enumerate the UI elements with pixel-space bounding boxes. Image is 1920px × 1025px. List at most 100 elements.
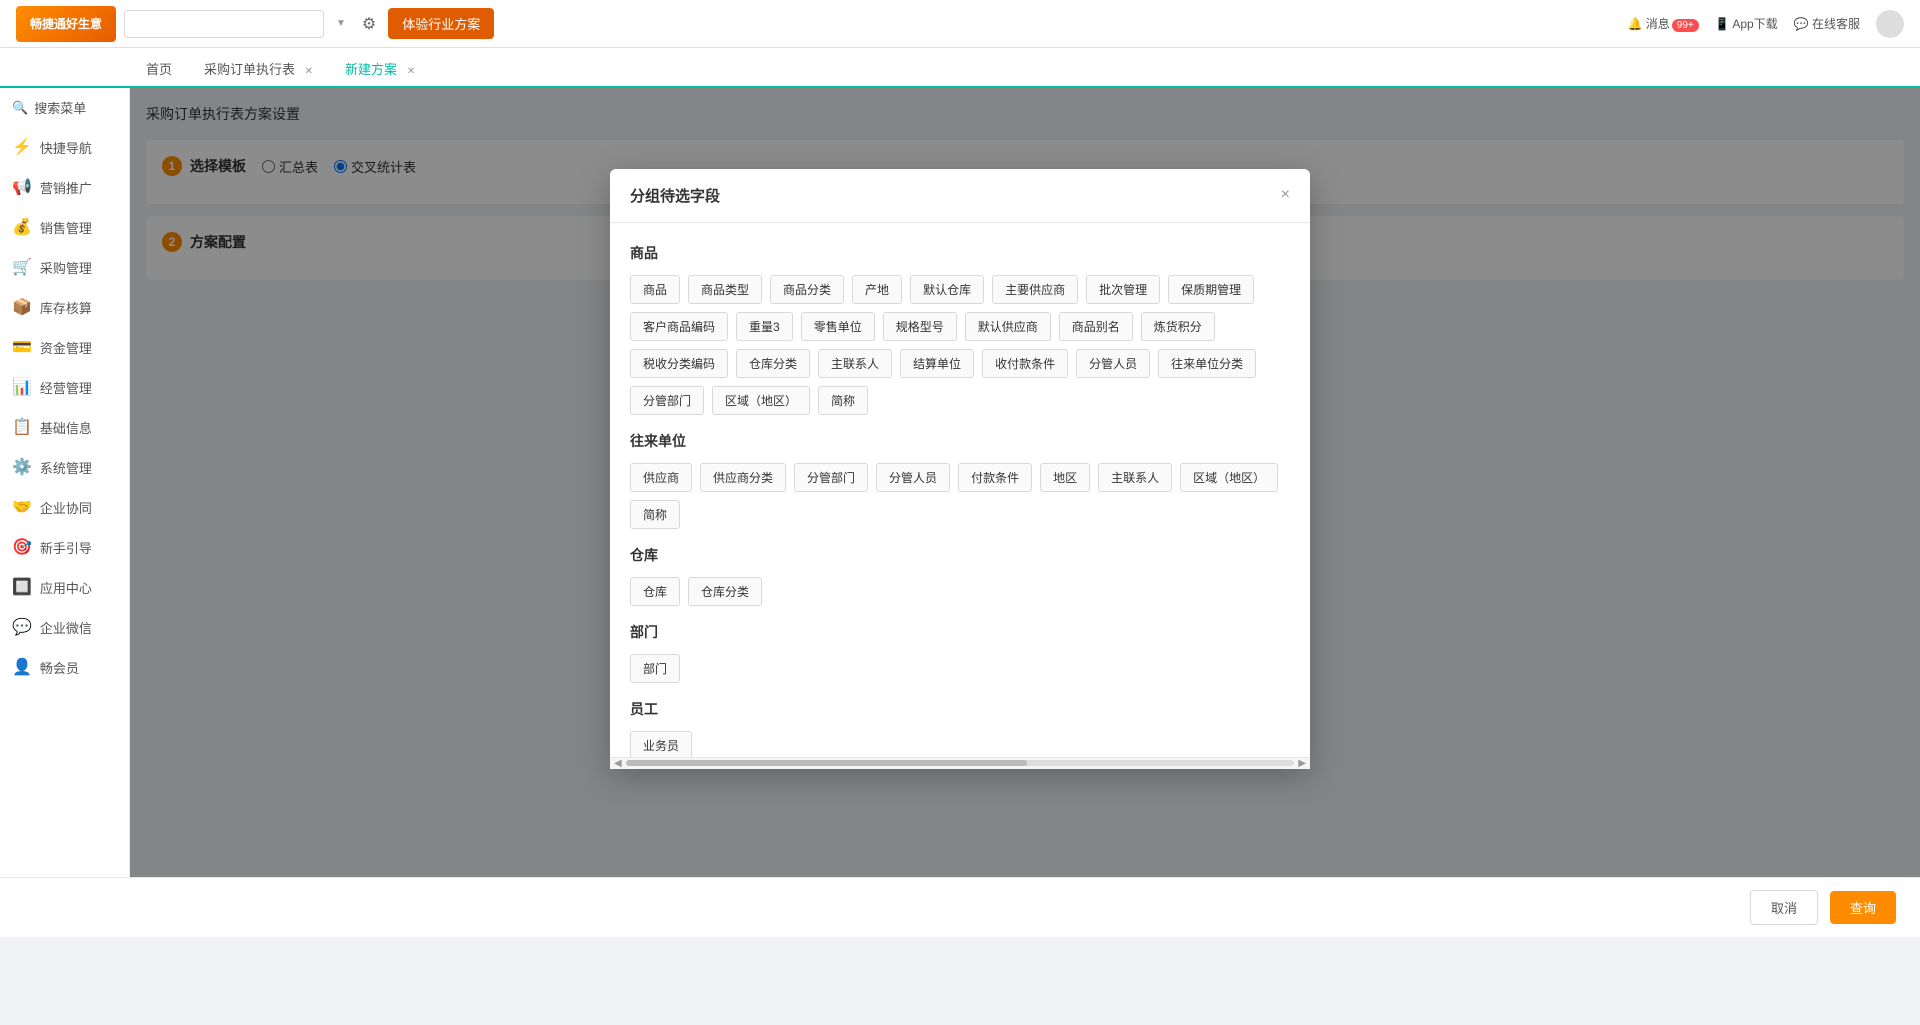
field-tag[interactable]: 仓库 — [630, 577, 680, 606]
field-tag[interactable]: 业务员 — [630, 731, 692, 757]
sidebar-item-marketing[interactable]: 📢 营销推广 — [0, 167, 129, 207]
field-tag[interactable]: 结算单位 — [900, 349, 974, 378]
field-tag[interactable]: 地区 — [1040, 463, 1090, 492]
app-download-link[interactable]: 📱 App下载 — [1715, 15, 1778, 32]
hscroll-left-arrow[interactable]: ◀ — [614, 758, 622, 769]
field-tag[interactable]: 仓库分类 — [688, 577, 762, 606]
marketing-icon: 📢 — [12, 177, 32, 197]
top-right-area: 🔔 消息99+ 📱 App下载 💬 在线客服 — [1628, 10, 1905, 38]
field-tag[interactable]: 供应商 — [630, 463, 692, 492]
field-tags-product: 商品 商品类型 商品分类 产地 默认仓库 主要供应商 批次管理 保质期管理 客户… — [630, 275, 1290, 415]
sidebar-item-cooperation[interactable]: 🤝 企业协同 — [0, 487, 129, 527]
tab-new-plan[interactable]: 新建方案 ✕ — [329, 51, 431, 88]
field-tag[interactable]: 简称 — [818, 386, 868, 415]
field-tag[interactable]: 往来单位分类 — [1158, 349, 1256, 378]
field-tag[interactable]: 商品分类 — [770, 275, 844, 304]
logo: 畅捷通好生意 — [16, 6, 116, 42]
hscroll-thumb — [626, 760, 1027, 766]
user-avatar[interactable] — [1876, 10, 1904, 38]
sidebar-item-quicknav[interactable]: ⚡ 快捷导航 — [0, 127, 129, 167]
notification-icon[interactable]: 🔔 消息99+ — [1628, 15, 1699, 32]
field-tag[interactable]: 分管人员 — [876, 463, 950, 492]
hscroll-right-arrow[interactable]: ▶ — [1298, 758, 1306, 769]
confirm-button[interactable]: 查询 — [1830, 891, 1896, 924]
appcenter-icon: 🔲 — [12, 577, 32, 597]
sidebar-item-purchase[interactable]: 🛒 采购管理 — [0, 247, 129, 287]
field-tag[interactable]: 炼货积分 — [1141, 312, 1215, 341]
section-product-title: 商品 — [630, 243, 1290, 263]
field-tag[interactable]: 仓库分类 — [736, 349, 810, 378]
tab-close-new-plan[interactable]: ✕ — [407, 66, 415, 77]
gear-icon[interactable]: ⚙ — [358, 10, 380, 38]
field-tag[interactable]: 产地 — [852, 275, 902, 304]
sidebar-search[interactable]: 🔍 搜索菜单 — [0, 88, 129, 127]
field-tags-warehouse: 仓库 仓库分类 — [630, 577, 1290, 606]
field-tag[interactable]: 供应商分类 — [700, 463, 786, 492]
field-tag[interactable]: 零售单位 — [801, 312, 875, 341]
field-tag[interactable]: 主联系人 — [1098, 463, 1172, 492]
operations-icon: 📊 — [12, 377, 32, 397]
section-counterpart-title: 往来单位 — [630, 431, 1290, 451]
modal-footer: 取消 查询 — [0, 877, 1920, 937]
field-tag[interactable]: 部门 — [630, 654, 680, 683]
section-department-title: 部门 — [630, 622, 1290, 642]
field-tag[interactable]: 分管部门 — [794, 463, 868, 492]
sidebar-item-inventory[interactable]: 📦 库存核算 — [0, 287, 129, 327]
newbie-icon: 🎯 — [12, 537, 32, 557]
tab-close-purchase[interactable]: ✕ — [305, 66, 313, 77]
field-tag[interactable]: 保质期管理 — [1168, 275, 1254, 304]
field-tag[interactable]: 区域（地区） — [712, 386, 810, 415]
member-icon: 👤 — [12, 657, 32, 677]
sidebar-item-operations[interactable]: 📊 经营管理 — [0, 367, 129, 407]
field-tag[interactable]: 主要供应商 — [992, 275, 1078, 304]
field-tag[interactable]: 收付款条件 — [982, 349, 1068, 378]
field-tag[interactable]: 付款条件 — [958, 463, 1032, 492]
section-employee-title: 员工 — [630, 699, 1290, 719]
field-tag[interactable]: 分管人员 — [1076, 349, 1150, 378]
sidebar-item-member[interactable]: 👤 畅会员 — [0, 647, 129, 687]
tab-bar: 首页 采购订单执行表 ✕ 新建方案 ✕ — [0, 48, 1920, 88]
dropdown-arrow-icon: ▼ — [336, 18, 346, 29]
field-tag[interactable]: 主联系人 — [818, 349, 892, 378]
field-tag[interactable]: 税收分类编码 — [630, 349, 728, 378]
field-tag[interactable]: 商品别名 — [1059, 312, 1133, 341]
sidebar-item-basic[interactable]: 📋 基础信息 — [0, 407, 129, 447]
cooperation-icon: 🤝 — [12, 497, 32, 517]
field-tag[interactable]: 重量3 — [736, 312, 793, 341]
finance-icon: 💳 — [12, 337, 32, 357]
online-service-link[interactable]: 💬 在线客服 — [1794, 15, 1860, 32]
modal-header: 分组待选字段 × — [610, 169, 1310, 223]
field-tag[interactable]: 商品类型 — [688, 275, 762, 304]
top-nav: 畅捷通好生意 ▼ ⚙ 体验行业方案 🔔 消息99+ 📱 App下载 💬 在线客服 — [0, 0, 1920, 48]
modal-close-button[interactable]: × — [1281, 186, 1290, 204]
tab-purchase-order[interactable]: 采购订单执行表 ✕ — [188, 51, 329, 88]
field-tag[interactable]: 批次管理 — [1086, 275, 1160, 304]
field-tag[interactable]: 分管部门 — [630, 386, 704, 415]
field-tag[interactable]: 商品 — [630, 275, 680, 304]
sidebar-item-finance[interactable]: 💳 资金管理 — [0, 327, 129, 367]
sales-icon: 💰 — [12, 217, 32, 237]
sidebar-item-newbie[interactable]: 🎯 新手引导 — [0, 527, 129, 567]
sidebar-item-system[interactable]: ⚙️ 系统管理 — [0, 447, 129, 487]
modal-hscrollbar[interactable]: ◀ ▶ — [610, 757, 1310, 769]
purchase-icon: 🛒 — [12, 257, 32, 277]
cancel-button[interactable]: 取消 — [1750, 890, 1818, 925]
basic-icon: 📋 — [12, 417, 32, 437]
field-tag[interactable]: 简称 — [630, 500, 680, 529]
field-tag[interactable]: 默认供应商 — [965, 312, 1051, 341]
field-tag[interactable]: 客户商品编码 — [630, 312, 728, 341]
inventory-icon: 📦 — [12, 297, 32, 317]
field-tag[interactable]: 默认仓库 — [910, 275, 984, 304]
modal-body: 商品 商品 商品类型 商品分类 产地 默认仓库 主要供应商 批次管理 保质期管理… — [610, 223, 1310, 757]
sidebar-item-appcenter[interactable]: 🔲 应用中心 — [0, 567, 129, 607]
field-tag[interactable]: 规格型号 — [883, 312, 957, 341]
sidebar-item-sales[interactable]: 💰 销售管理 — [0, 207, 129, 247]
section-warehouse-title: 仓库 — [630, 545, 1290, 565]
quicknav-icon: ⚡ — [12, 137, 32, 157]
field-tag[interactable]: 区域（地区） — [1180, 463, 1278, 492]
experience-button[interactable]: 体验行业方案 — [388, 8, 494, 39]
tab-home[interactable]: 首页 — [130, 51, 188, 88]
sidebar-item-corpwechat[interactable]: 💬 企业微信 — [0, 607, 129, 647]
hscroll-track — [626, 760, 1295, 766]
top-nav-search[interactable] — [124, 10, 324, 38]
